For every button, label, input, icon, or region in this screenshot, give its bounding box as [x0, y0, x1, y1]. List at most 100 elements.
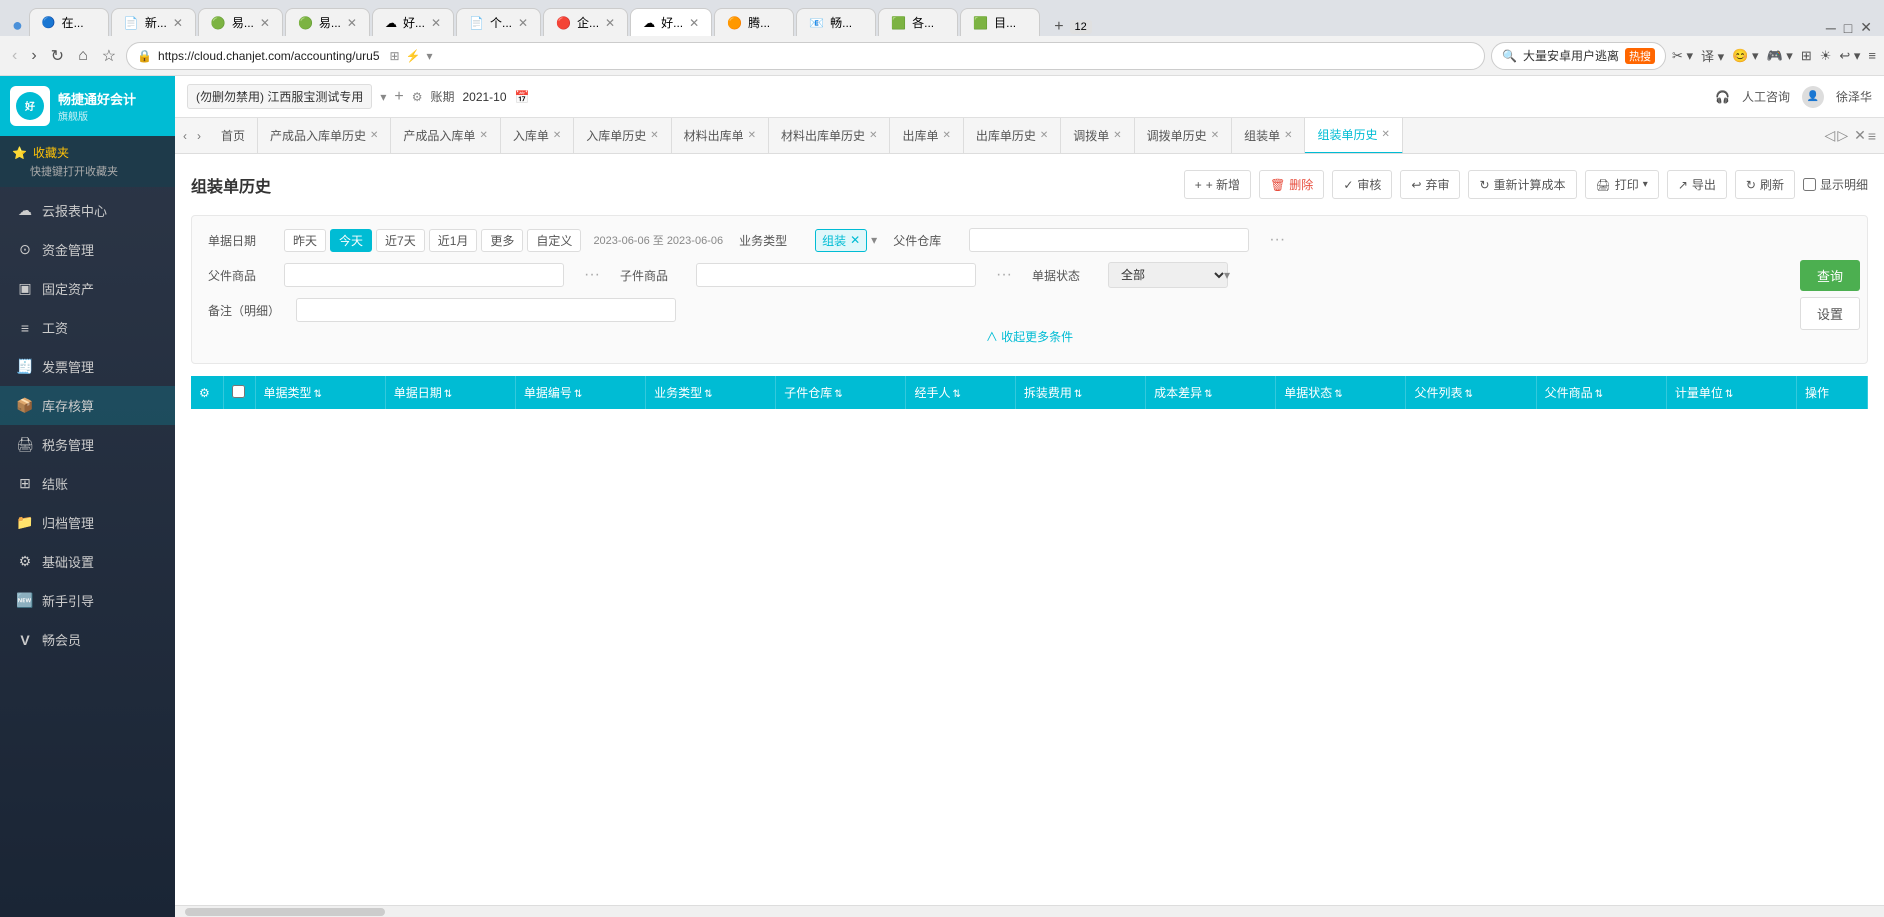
child-goods-ellipsis[interactable]: ···: [992, 266, 1016, 284]
parent-wh-ellipsis[interactable]: ···: [1265, 231, 1289, 249]
th-cost-diff[interactable]: 成本差异⇅: [1146, 376, 1276, 409]
collapse-bar[interactable]: ∧ 收起更多条件: [208, 322, 1851, 351]
tab-close-5[interactable]: ✕: [431, 16, 441, 30]
sidebar-item-salary[interactable]: ≡ 工资: [0, 308, 175, 347]
tab-close-6[interactable]: ✕: [518, 16, 528, 30]
export-btn[interactable]: ↗ 导出: [1667, 170, 1727, 199]
forward-btn[interactable]: ›: [27, 43, 40, 69]
tab-close-mat-out[interactable]: ✕: [748, 130, 756, 141]
th-bill-no[interactable]: 单据编号⇅: [515, 376, 645, 409]
user-name[interactable]: 徐泽华: [1836, 88, 1872, 105]
add-btn[interactable]: + + 新增: [1184, 170, 1251, 199]
tab-arrow-right[interactable]: ›: [193, 127, 205, 145]
th-child-wh[interactable]: 子件仓库⇅: [776, 376, 906, 409]
search-bar[interactable]: 🔍 大量安卓用户逃离 热搜: [1491, 42, 1666, 70]
page-tab-transfer[interactable]: 调拨单 ✕: [1061, 118, 1134, 154]
scroll-bar-area[interactable]: [175, 905, 1884, 917]
biz-type-dropdown[interactable]: ▾: [871, 233, 877, 247]
sidebar-item-cloud-report[interactable]: ☁ 云报表中心: [0, 191, 175, 230]
parent-goods-ellipsis[interactable]: ···: [580, 266, 604, 284]
page-tab-home[interactable]: 首页: [209, 118, 258, 154]
date-btn-1month[interactable]: 近1月: [429, 229, 478, 252]
browser-tab-1[interactable]: 🔵 在...: [29, 8, 109, 36]
browser-tab-2[interactable]: 📄 新... ✕: [111, 8, 196, 36]
home-btn[interactable]: ⌂: [74, 43, 92, 69]
th-parent-goods[interactable]: 父件商品⇅: [1536, 376, 1666, 409]
browser-tab-4[interactable]: 🟢 易... ✕: [285, 8, 370, 36]
sidebar-item-settlement[interactable]: ⊞ 结账: [0, 464, 175, 503]
tab-close-stock-in-hist[interactable]: ✕: [650, 130, 658, 141]
settings-btn[interactable]: 设置: [1800, 297, 1860, 330]
page-tab-out-hist[interactable]: 出库单历史 ✕: [964, 118, 1061, 154]
sidebar-item-archive[interactable]: 📁 归档管理: [0, 503, 175, 542]
page-tab-assemble-hist[interactable]: 组装单历史 ✕: [1305, 118, 1402, 154]
grid-btn[interactable]: ⊞: [1801, 48, 1812, 64]
qr-icon[interactable]: ⊞: [390, 49, 400, 63]
child-goods-input[interactable]: [696, 263, 976, 287]
th-checkbox[interactable]: [223, 376, 255, 409]
query-btn[interactable]: 查询: [1800, 260, 1860, 291]
calendar-icon[interactable]: 📅: [515, 90, 530, 104]
browser-tab-9[interactable]: 🟠 腾...: [714, 8, 794, 36]
show-detail-toggle[interactable]: 显示明细: [1803, 176, 1868, 193]
sidebar-item-fixed-assets[interactable]: ▣ 固定资产: [0, 269, 175, 308]
tab-close-2[interactable]: ✕: [173, 16, 183, 30]
refresh-btn[interactable]: ↻ 刷新: [1735, 170, 1795, 199]
tab-arrow-left[interactable]: ‹: [179, 127, 191, 145]
more-btn[interactable]: ≡: [1868, 48, 1876, 63]
maximize-btn[interactable]: □: [1844, 20, 1852, 36]
game-btn[interactable]: 🎮 ▾: [1766, 48, 1792, 64]
date-btn-more[interactable]: 更多: [481, 229, 523, 252]
tab-more-btn[interactable]: ≡: [1868, 128, 1876, 144]
company-name[interactable]: (勿删勿禁用) 江西服宝测试专用: [187, 84, 372, 109]
tab-close-mat-out-hist[interactable]: ✕: [869, 130, 877, 141]
page-tab-stock-in[interactable]: 入库单 ✕: [501, 118, 574, 154]
sidebar-item-member[interactable]: V 畅会员: [0, 620, 175, 659]
settings-gear-icon[interactable]: ⚙: [412, 90, 423, 104]
page-tab-stock-in-hist[interactable]: 入库单历史 ✕: [574, 118, 671, 154]
tab-close-current-btn[interactable]: ✕: [1854, 127, 1866, 144]
service-label[interactable]: 人工咨询: [1742, 88, 1790, 105]
recalc-btn[interactable]: ↻ 重新计算成本: [1468, 170, 1576, 199]
sidebar-item-tax[interactable]: 🖨 税务管理: [0, 425, 175, 464]
theme-btn[interactable]: ☀: [1820, 48, 1832, 64]
browser-tab-3[interactable]: 🟢 易... ✕: [198, 8, 283, 36]
page-tab-assemble[interactable]: 组装单 ✕: [1232, 118, 1305, 154]
print-dropdown-icon[interactable]: ▾: [1643, 179, 1648, 190]
audit-btn[interactable]: ✓ 审核: [1332, 170, 1392, 199]
bookmark-btn[interactable]: ☆: [98, 42, 120, 70]
sidebar-item-fund[interactable]: ⊙ 资金管理: [0, 230, 175, 269]
tab-close-out[interactable]: ✕: [942, 130, 950, 141]
tab-close-7[interactable]: ✕: [605, 16, 615, 30]
tab-close-8[interactable]: ✕: [689, 16, 699, 30]
new-tab-btn[interactable]: +: [1054, 18, 1063, 36]
tab-close-prod-in[interactable]: ✕: [479, 130, 487, 141]
page-tab-out[interactable]: 出库单 ✕: [890, 118, 963, 154]
browser-tab-12[interactable]: 🟩 目...: [960, 8, 1040, 36]
th-parent-list[interactable]: 父件列表⇅: [1406, 376, 1536, 409]
reload-btn[interactable]: ↻: [47, 42, 68, 70]
page-tab-prod-in[interactable]: 产成品入库单 ✕: [391, 118, 500, 154]
close-window-btn[interactable]: ✕: [1860, 19, 1872, 36]
delete-btn[interactable]: 🗑 删除: [1259, 170, 1324, 199]
tab-close-transfer-hist[interactable]: ✕: [1211, 130, 1219, 141]
page-tab-prod-in-hist[interactable]: 产成品入库单历史 ✕: [258, 118, 391, 154]
column-settings-icon[interactable]: ⚙: [199, 386, 210, 400]
bill-status-dropdown[interactable]: ▾: [1224, 268, 1230, 282]
cut-btn[interactable]: ✂ ▾: [1672, 48, 1693, 64]
browser-tab-5[interactable]: ☁ 好... ✕: [372, 8, 454, 36]
print-btn[interactable]: 🖨 打印 ▾: [1585, 170, 1659, 199]
date-btn-today[interactable]: 今天: [330, 229, 372, 252]
browser-tab-11[interactable]: 🟩 各...: [878, 8, 958, 36]
th-disassemble-cost[interactable]: 拆装费用⇅: [1015, 376, 1145, 409]
th-bill-status[interactable]: 单据状态⇅: [1276, 376, 1406, 409]
sidebar-item-inventory[interactable]: 📦 库存核算: [0, 386, 175, 425]
sidebar-item-basic-settings[interactable]: ⚙ 基础设置: [0, 542, 175, 581]
date-btn-custom[interactable]: 自定义: [527, 229, 581, 252]
biz-type-tag-remove[interactable]: ✕: [850, 233, 860, 247]
th-biz-type[interactable]: 业务类型⇅: [646, 376, 776, 409]
tab-panel-left-btn[interactable]: ◁: [1825, 127, 1836, 144]
th-bill-type[interactable]: 单据类型⇅: [255, 376, 385, 409]
emoji-btn[interactable]: 😊 ▾: [1732, 48, 1758, 64]
sidebar-item-guide[interactable]: 🆕 新手引导: [0, 581, 175, 620]
